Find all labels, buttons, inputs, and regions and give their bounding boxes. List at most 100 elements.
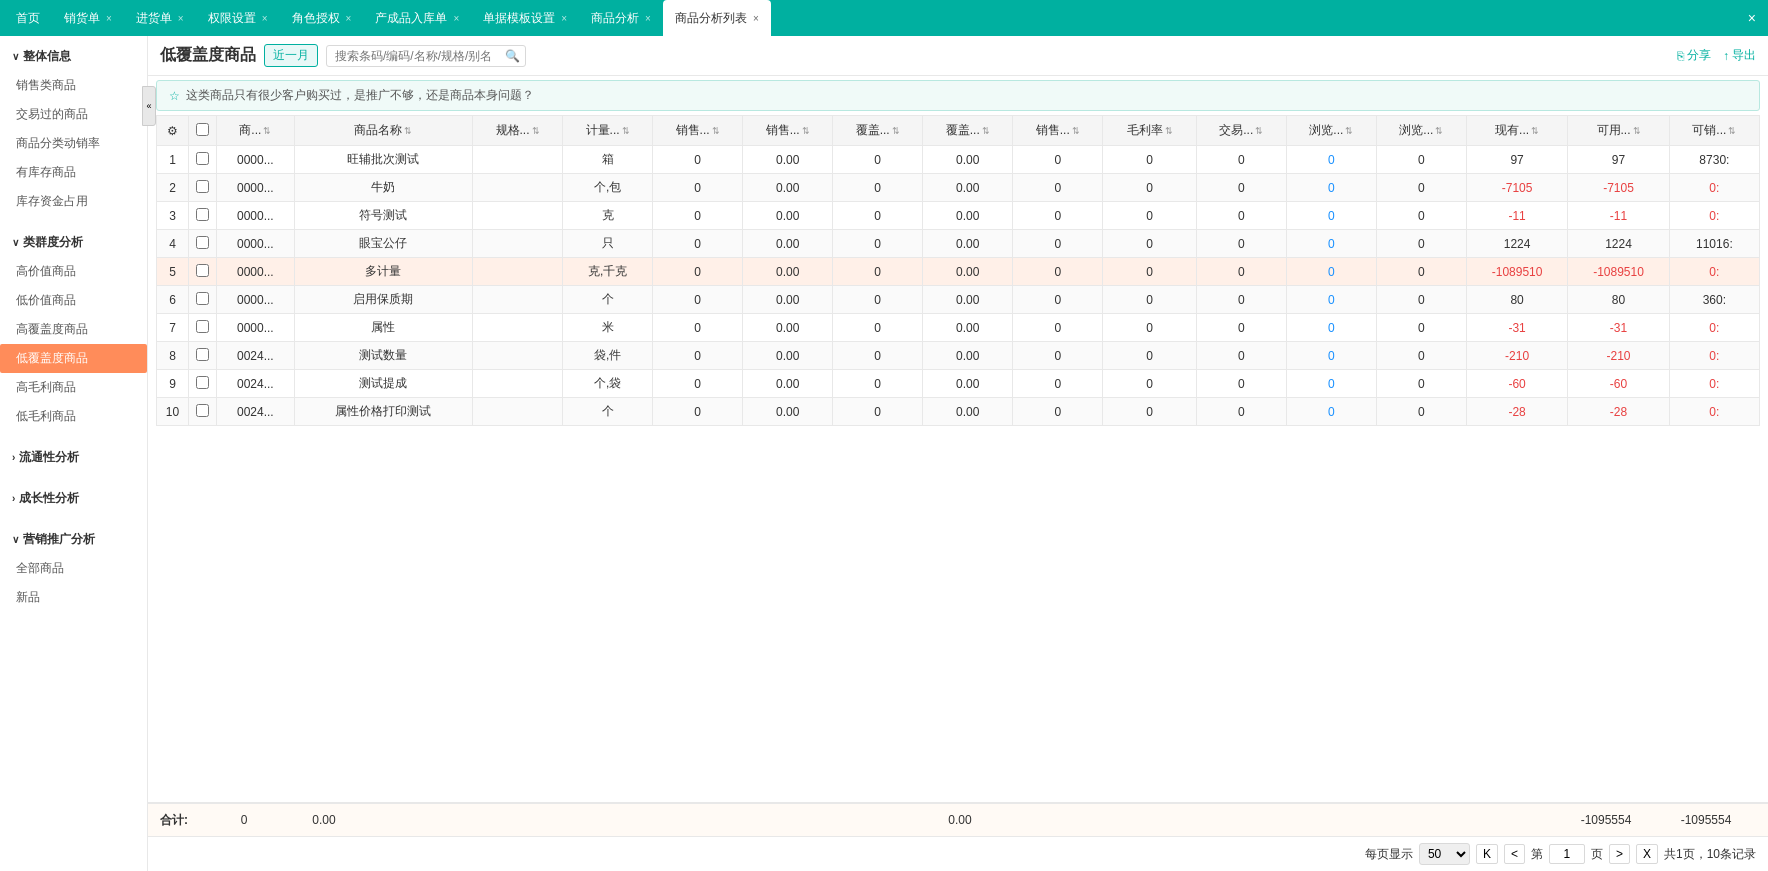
nav-tab-product-analysis-list[interactable]: 商品分析列表 × [663,0,771,36]
row-select-checkbox[interactable] [196,180,209,193]
sort-icon-coverage1[interactable]: ⇅ [892,126,900,136]
sidebar-item-sales-goods[interactable]: 销售类商品 [0,71,147,100]
sidebar-item-high-value[interactable]: 高价值商品 [0,257,147,286]
sidebar-item-high-margin[interactable]: 高毛利商品 [0,373,147,402]
search-input[interactable] [326,45,526,67]
last-page-button[interactable]: X [1636,844,1658,864]
nav-tab-permissions[interactable]: 权限设置 × [196,0,280,36]
row-select-checkbox[interactable] [196,404,209,417]
select-all-checkbox[interactable] [196,123,209,136]
sort-icon-saleable[interactable]: ⇅ [1728,126,1736,136]
row-select-checkbox[interactable] [196,236,209,249]
sort-icon-current[interactable]: ⇅ [1531,126,1539,136]
sidebar-group-overall[interactable]: ∨ 整体信息 [0,42,147,71]
row-checkbox[interactable] [189,174,217,202]
nav-tab-finished-goods[interactable]: 产成品入库单 × [363,0,471,36]
first-page-button[interactable]: K [1476,844,1498,864]
sort-icon-unit[interactable]: ⇅ [622,126,630,136]
next-page-button[interactable]: > [1609,844,1630,864]
sort-icon-name[interactable]: ⇅ [404,126,412,136]
row-select-checkbox[interactable] [196,292,209,305]
search-icon[interactable]: 🔍 [505,49,520,63]
close-all-button[interactable]: × [1740,10,1764,26]
row-checkbox[interactable] [189,314,217,342]
nav-tab-product-analysis-list-close[interactable]: × [753,13,759,24]
row-select-checkbox[interactable] [196,152,209,165]
sort-icon-margin[interactable]: ⇅ [1165,126,1173,136]
nav-tab-roles-close[interactable]: × [346,13,352,24]
per-page-select[interactable]: 50 100 200 [1419,843,1470,865]
row-browse1[interactable]: 0 [1286,314,1376,342]
row-browse1[interactable]: 0 [1286,398,1376,426]
sidebar-item-low-margin[interactable]: 低毛利商品 [0,402,147,431]
sort-icon-available[interactable]: ⇅ [1633,126,1641,136]
sidebar-group-cluster[interactable]: ∨ 类群度分析 [0,228,147,257]
th-checkbox[interactable] [189,116,217,146]
nav-tab-purchase[interactable]: 进货单 × [124,0,196,36]
sidebar-item-all-goods[interactable]: 全部商品 [0,554,147,583]
page-number-input[interactable] [1549,844,1585,864]
row-coverage2: 0.00 [923,342,1013,370]
nav-tab-sales-close[interactable]: × [106,13,112,24]
row-browse1[interactable]: 0 [1286,258,1376,286]
sidebar-item-stock-capital[interactable]: 库存资金占用 [0,187,147,216]
nav-tab-product-analysis[interactable]: 商品分析 × [579,0,663,36]
row-checkbox[interactable] [189,202,217,230]
sidebar-group-marketing[interactable]: ∨ 营销推广分析 [0,525,147,554]
row-select-checkbox[interactable] [196,264,209,277]
sidebar-group-circulation[interactable]: › 流通性分析 [0,443,147,472]
row-checkbox[interactable] [189,258,217,286]
row-checkbox[interactable] [189,146,217,174]
sidebar-item-new-goods[interactable]: 新品 [0,583,147,612]
export-button[interactable]: ↑ 导出 [1723,47,1756,64]
row-browse1[interactable]: 0 [1286,342,1376,370]
nav-tab-template[interactable]: 单据模板设置 × [471,0,579,36]
sort-icon-spec[interactable]: ⇅ [532,126,540,136]
row-browse1[interactable]: 0 [1286,174,1376,202]
sidebar-item-low-coverage[interactable]: 低覆盖度商品 [0,344,147,373]
sidebar-group-growth[interactable]: › 成长性分析 [0,484,147,513]
sort-icon-coverage2[interactable]: ⇅ [982,126,990,136]
sort-icon-sales1[interactable]: ⇅ [712,126,720,136]
row-select-checkbox[interactable] [196,320,209,333]
sidebar-item-low-value[interactable]: 低价值商品 [0,286,147,315]
filter-button[interactable]: 近一月 [264,44,318,67]
nav-tab-template-close[interactable]: × [561,13,567,24]
nav-tab-roles[interactable]: 角色授权 × [280,0,364,36]
sidebar-collapse-button[interactable]: « [142,86,156,126]
sort-icon-transaction[interactable]: ⇅ [1255,126,1263,136]
nav-tab-permissions-close[interactable]: × [262,13,268,24]
share-button[interactable]: ⎘ 分享 [1677,47,1711,64]
row-select-checkbox[interactable] [196,348,209,361]
row-select-checkbox[interactable] [196,208,209,221]
row-browse1[interactable]: 0 [1286,286,1376,314]
row-browse1[interactable]: 0 [1286,202,1376,230]
row-sales3: 0 [1013,230,1103,258]
sort-icon-sales3[interactable]: ⇅ [1072,126,1080,136]
nav-tab-purchase-close[interactable]: × [178,13,184,24]
nav-tab-finished-goods-close[interactable]: × [453,13,459,24]
row-checkbox[interactable] [189,286,217,314]
nav-tab-product-analysis-close[interactable]: × [645,13,651,24]
row-browse1[interactable]: 0 [1286,230,1376,258]
th-settings[interactable]: ⚙ [157,116,189,146]
sidebar-item-in-stock[interactable]: 有库存商品 [0,158,147,187]
nav-tab-sales[interactable]: 销货单 × [52,0,124,36]
row-checkbox[interactable] [189,398,217,426]
sort-icon-code[interactable]: ⇅ [263,126,271,136]
sidebar-item-traded-goods[interactable]: 交易过的商品 [0,100,147,129]
row-name: 测试数量 [294,342,472,370]
prev-page-button[interactable]: < [1504,844,1525,864]
row-select-checkbox[interactable] [196,376,209,389]
nav-tab-home[interactable]: 首页 [4,0,52,36]
sort-icon-sales2[interactable]: ⇅ [802,126,810,136]
sidebar-item-high-coverage[interactable]: 高覆盖度商品 [0,315,147,344]
row-checkbox[interactable] [189,370,217,398]
sort-icon-browse1[interactable]: ⇅ [1345,126,1353,136]
row-browse1[interactable]: 0 [1286,370,1376,398]
row-checkbox[interactable] [189,342,217,370]
sidebar-item-category-rate[interactable]: 商品分类动销率 [0,129,147,158]
row-browse1[interactable]: 0 [1286,146,1376,174]
sort-icon-browse2[interactable]: ⇅ [1435,126,1443,136]
row-checkbox[interactable] [189,230,217,258]
